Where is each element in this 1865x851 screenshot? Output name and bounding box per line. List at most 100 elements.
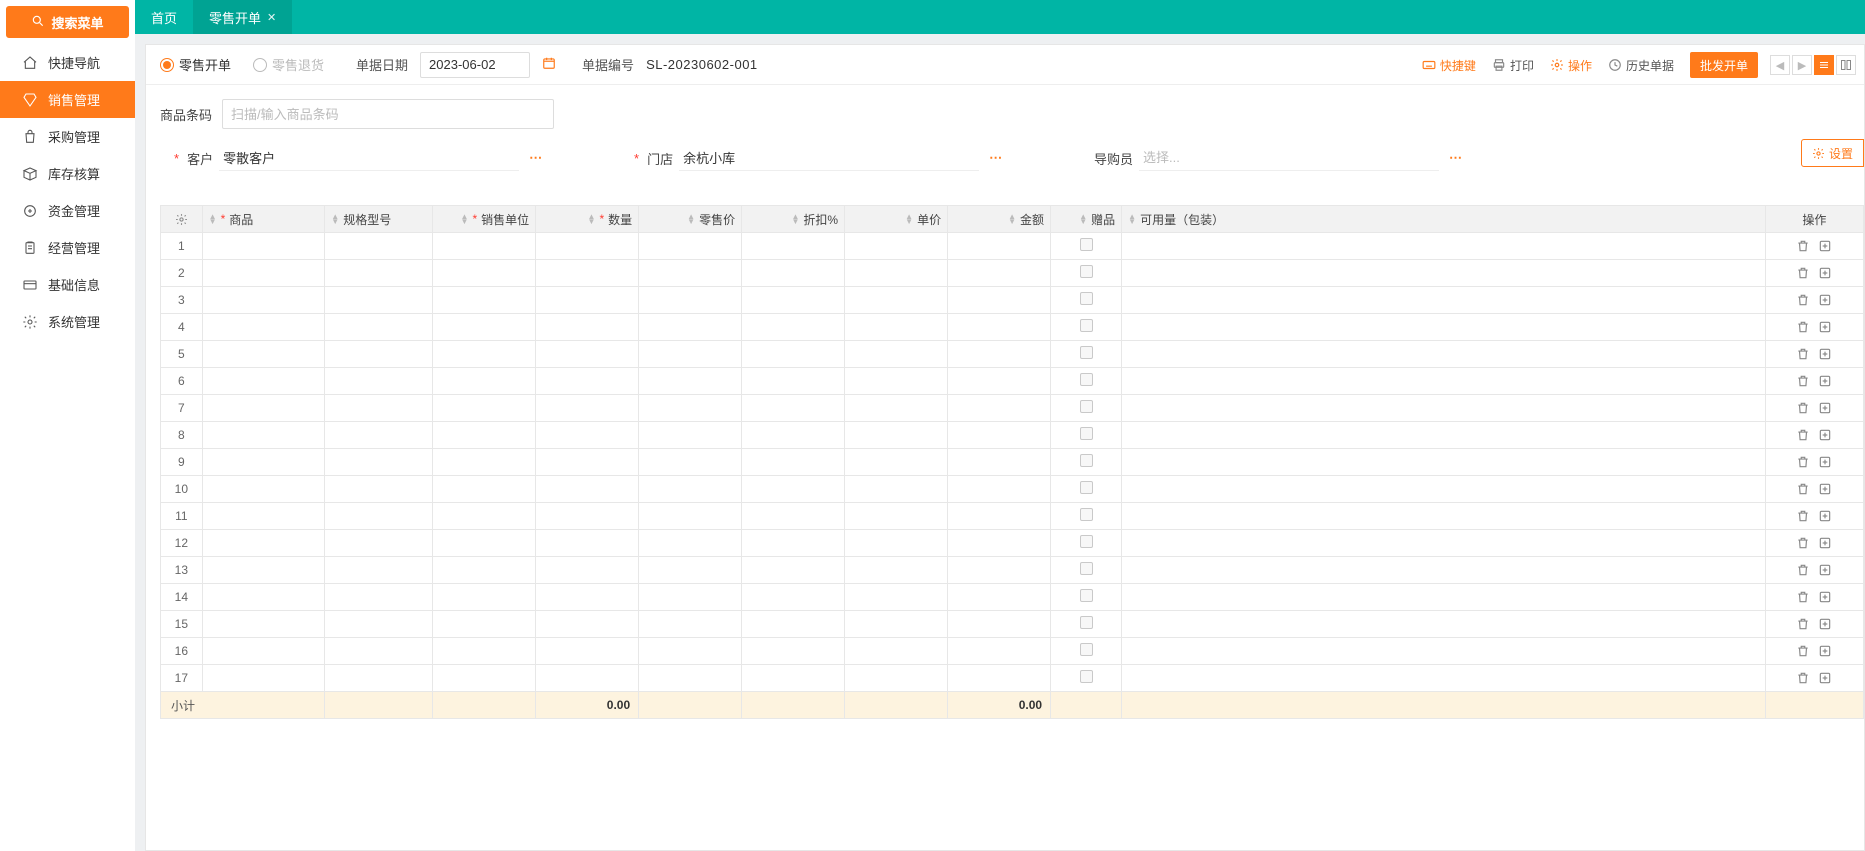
gift-cell[interactable] [1051, 611, 1122, 638]
table-row[interactable]: 15 [161, 611, 1864, 638]
sidebar-item-6[interactable]: 基础信息 [0, 266, 135, 303]
cell[interactable] [639, 341, 742, 368]
bulk-order-button[interactable]: 批发开单 [1690, 52, 1758, 78]
delete-icon[interactable] [1796, 590, 1810, 604]
cell[interactable] [202, 449, 325, 476]
cell[interactable] [742, 314, 845, 341]
gift-cell[interactable] [1051, 449, 1122, 476]
cell[interactable] [536, 530, 639, 557]
gift-cell[interactable] [1051, 233, 1122, 260]
cell[interactable] [639, 422, 742, 449]
available-cell[interactable] [1122, 557, 1766, 584]
checkbox-icon[interactable] [1080, 427, 1093, 440]
cell[interactable] [433, 395, 536, 422]
cell[interactable] [948, 665, 1051, 692]
delete-icon[interactable] [1796, 536, 1810, 550]
table-row[interactable]: 17 [161, 665, 1864, 692]
cell[interactable] [742, 287, 845, 314]
delete-icon[interactable] [1796, 482, 1810, 496]
checkbox-icon[interactable] [1080, 346, 1093, 359]
cell[interactable] [433, 260, 536, 287]
cell[interactable] [845, 638, 948, 665]
cell[interactable] [845, 368, 948, 395]
gift-cell[interactable] [1051, 665, 1122, 692]
add-row-icon[interactable] [1818, 482, 1832, 496]
cell[interactable] [742, 260, 845, 287]
checkbox-icon[interactable] [1080, 400, 1093, 413]
next-record-button[interactable]: ▶ [1792, 55, 1812, 75]
cell[interactable] [639, 476, 742, 503]
cell[interactable] [433, 665, 536, 692]
cell[interactable] [325, 557, 433, 584]
delete-icon[interactable] [1796, 293, 1810, 307]
delete-icon[interactable] [1796, 374, 1810, 388]
cell[interactable] [536, 368, 639, 395]
cell[interactable] [325, 260, 433, 287]
col-spec[interactable]: 规格型号 [325, 206, 433, 233]
cell[interactable] [742, 584, 845, 611]
delete-icon[interactable] [1796, 644, 1810, 658]
cell[interactable] [639, 314, 742, 341]
table-row[interactable]: 16 [161, 638, 1864, 665]
cell[interactable] [845, 422, 948, 449]
cell[interactable] [433, 449, 536, 476]
cell[interactable] [325, 476, 433, 503]
list-view-button[interactable] [1814, 55, 1834, 75]
cell[interactable] [845, 665, 948, 692]
cell[interactable] [433, 422, 536, 449]
cell[interactable] [639, 611, 742, 638]
cell[interactable] [325, 341, 433, 368]
cell[interactable] [202, 665, 325, 692]
available-cell[interactable] [1122, 611, 1766, 638]
cell[interactable] [536, 233, 639, 260]
col-unit-price[interactable]: 单价 [845, 206, 948, 233]
available-cell[interactable] [1122, 584, 1766, 611]
cell[interactable] [742, 368, 845, 395]
cell[interactable] [948, 503, 1051, 530]
table-row[interactable]: 12 [161, 530, 1864, 557]
cell[interactable] [845, 287, 948, 314]
cell[interactable] [202, 341, 325, 368]
cell[interactable] [536, 476, 639, 503]
checkbox-icon[interactable] [1080, 589, 1093, 602]
cell[interactable] [325, 449, 433, 476]
print-button[interactable]: 打印 [1486, 52, 1540, 78]
cell[interactable] [433, 476, 536, 503]
gift-cell[interactable] [1051, 260, 1122, 287]
cell[interactable] [845, 584, 948, 611]
cell[interactable] [536, 449, 639, 476]
cell[interactable] [325, 530, 433, 557]
gift-cell[interactable] [1051, 638, 1122, 665]
cell[interactable] [202, 611, 325, 638]
cell[interactable] [639, 557, 742, 584]
cell[interactable] [845, 530, 948, 557]
gift-cell[interactable] [1051, 422, 1122, 449]
cell[interactable] [742, 341, 845, 368]
cell[interactable] [325, 287, 433, 314]
cell[interactable] [639, 260, 742, 287]
store-picker-button[interactable]: ⋯ [985, 150, 1008, 166]
cell[interactable] [845, 314, 948, 341]
available-cell[interactable] [1122, 476, 1766, 503]
cell[interactable] [325, 233, 433, 260]
cell[interactable] [948, 341, 1051, 368]
cell[interactable] [202, 584, 325, 611]
cell[interactable] [536, 503, 639, 530]
cell[interactable] [948, 584, 1051, 611]
checkbox-icon[interactable] [1080, 562, 1093, 575]
col-gift[interactable]: 赠品 [1051, 206, 1122, 233]
cell[interactable] [639, 368, 742, 395]
cell[interactable] [325, 665, 433, 692]
settings-button[interactable]: 设置 [1801, 139, 1864, 167]
col-available[interactable]: 可用量（包装） [1122, 206, 1766, 233]
table-row[interactable]: 6 [161, 368, 1864, 395]
cell[interactable] [948, 233, 1051, 260]
calendar-icon[interactable] [542, 56, 556, 73]
add-row-icon[interactable] [1818, 617, 1832, 631]
cell[interactable] [742, 530, 845, 557]
add-row-icon[interactable] [1818, 239, 1832, 253]
cell[interactable] [202, 260, 325, 287]
cell[interactable] [845, 395, 948, 422]
available-cell[interactable] [1122, 422, 1766, 449]
cell[interactable] [742, 449, 845, 476]
